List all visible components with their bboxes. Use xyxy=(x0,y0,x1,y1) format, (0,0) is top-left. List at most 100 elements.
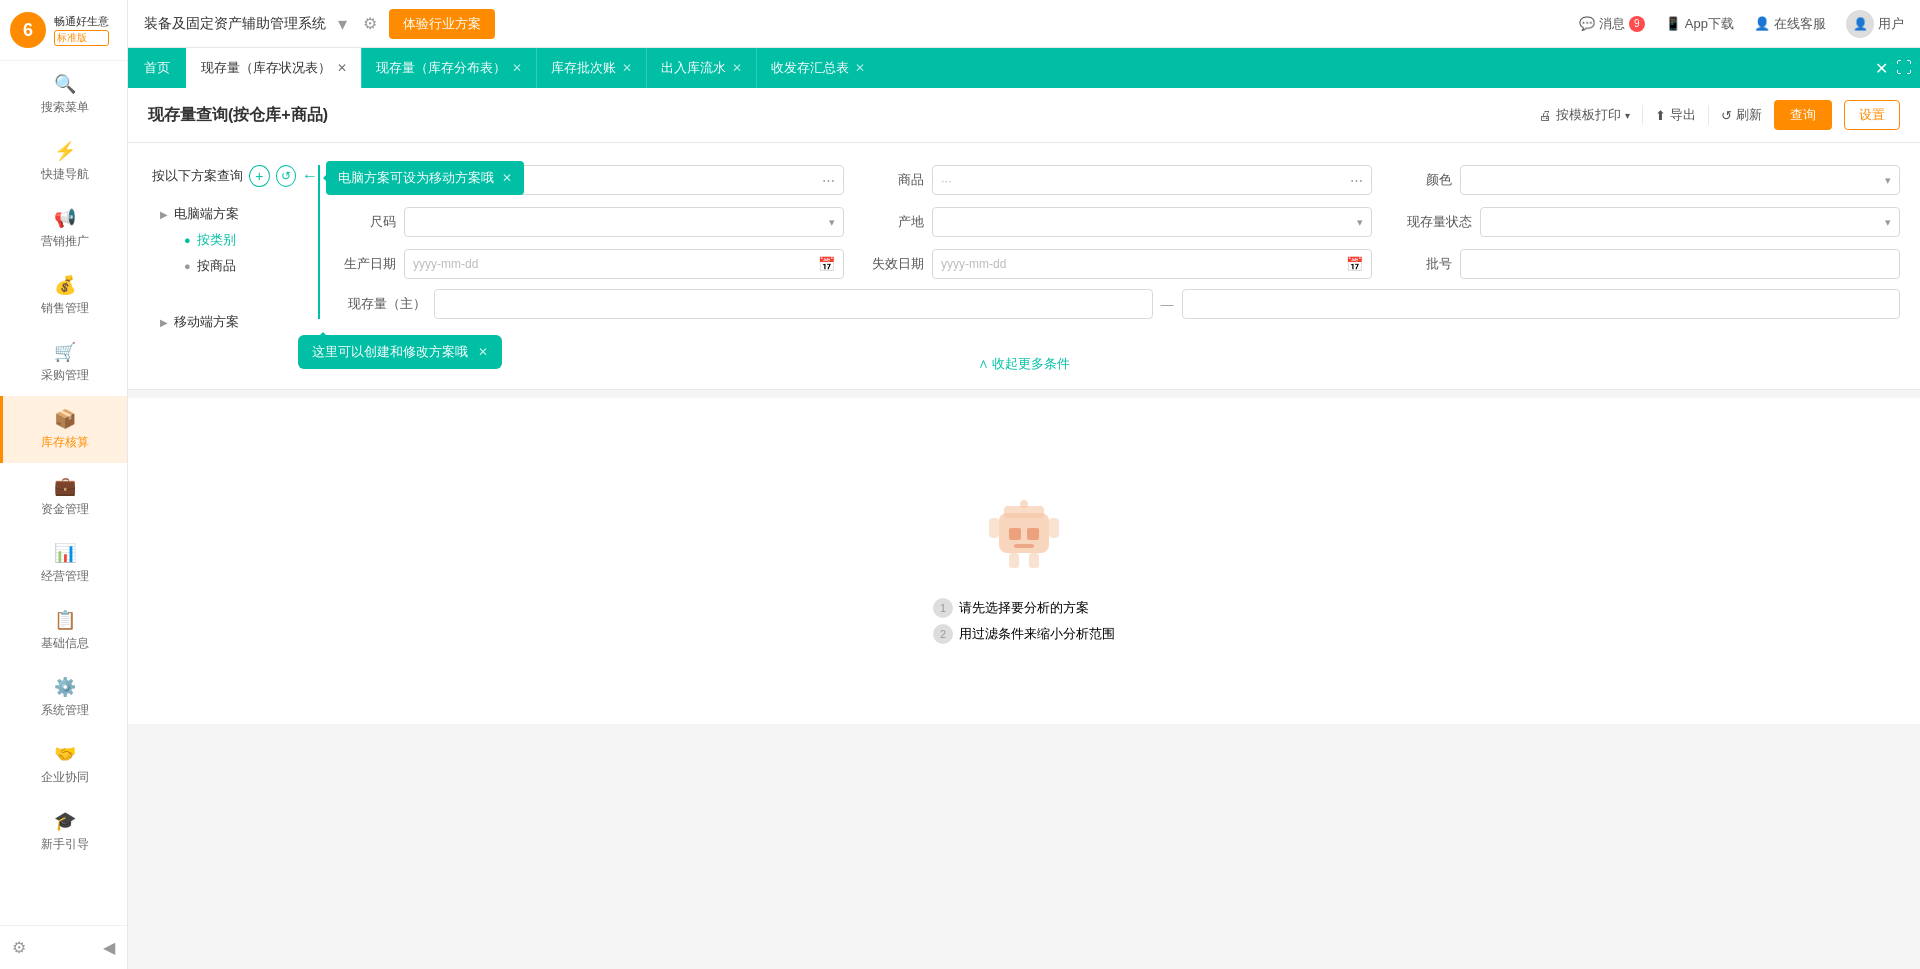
inventory-icon: 📦 xyxy=(54,408,76,430)
settings-gear-icon[interactable]: ⚙ xyxy=(363,14,377,33)
tab-fullscreen-icon[interactable]: ⛶ xyxy=(1896,59,1912,77)
step2-text: 用过滤条件来缩小分析范围 xyxy=(959,625,1115,643)
tooltip-close-btn[interactable]: ✕ xyxy=(502,171,512,185)
tab-close-icon[interactable]: ✕ xyxy=(732,61,742,75)
add-scheme-btn[interactable]: + xyxy=(249,165,270,187)
export-icon: ⬆ xyxy=(1655,108,1666,123)
settings-btn[interactable]: ⚙ xyxy=(12,938,26,957)
sidebar-item-label: 搜索菜单 xyxy=(41,99,89,116)
app-download-btn[interactable]: 📱 App下载 xyxy=(1665,15,1734,33)
sidebar-footer: ⚙ ◀ xyxy=(0,925,127,969)
online-support-btn[interactable]: 👤 在线客服 xyxy=(1754,15,1826,33)
sidebar-item-sales[interactable]: 💰 销售管理 xyxy=(0,262,127,329)
user-menu[interactable]: 👤 用户 xyxy=(1846,10,1904,38)
sidebar-item-finance[interactable]: 💼 资金管理 xyxy=(0,463,127,530)
size-select[interactable]: ▾ xyxy=(404,207,844,237)
scheme-child-1[interactable]: ● 按类别 xyxy=(152,227,318,253)
tab-home[interactable]: 首页 xyxy=(128,48,186,88)
top-header: 装备及固定资产辅助管理系统 ▾ ⚙ 体验行业方案 💬 消息 9 📱 App下载 … xyxy=(128,0,1920,48)
svg-rect-5 xyxy=(1020,500,1028,508)
tab-label: 现存量（库存状况表） xyxy=(201,59,331,77)
product-select[interactable]: ··· ⋯ xyxy=(932,165,1372,195)
sidebar-item-enterprise[interactable]: 🤝 企业协同 xyxy=(0,731,127,798)
stock-status-select[interactable]: ▾ xyxy=(1480,207,1900,237)
scheme-mobile-node[interactable]: ▶ 移动端方案 xyxy=(152,309,318,335)
messages-btn[interactable]: 💬 消息 9 xyxy=(1579,15,1645,33)
filter-field-product: 商品 ··· ⋯ xyxy=(864,165,1372,195)
tab-inventory-batch[interactable]: 库存批次账 ✕ xyxy=(536,48,646,88)
collapse-sidebar-btn[interactable]: ◀ xyxy=(103,938,115,957)
sidebar-item-inventory[interactable]: 📦 库存核算 xyxy=(0,396,127,463)
sidebar-item-basic[interactable]: 📋 基础信息 xyxy=(0,597,127,664)
template-print-btn[interactable]: 🖨 按模板打印 ▾ xyxy=(1539,106,1630,124)
sidebar-item-guide[interactable]: 🎓 新手引导 xyxy=(0,798,127,865)
expire-date-input[interactable]: yyyy-mm-dd 📅 xyxy=(932,249,1372,279)
step1-text: 请先选择要分析的方案 xyxy=(959,599,1089,617)
tab-label: 出入库流水 xyxy=(661,59,726,77)
sidebar-item-purchase[interactable]: 🛒 采购管理 xyxy=(0,329,127,396)
filter-field-stock-status: 现存量状态 ▾ xyxy=(1392,207,1900,237)
header-left: 装备及固定资产辅助管理系统 ▾ ⚙ 体验行业方案 xyxy=(144,9,495,39)
origin-select[interactable]: ▾ xyxy=(932,207,1372,237)
qty-from-input[interactable] xyxy=(434,289,1153,319)
scheme-child-label: 按商品 xyxy=(197,257,236,275)
tab-close-icon[interactable]: ✕ xyxy=(337,61,347,75)
tab-inout-flow[interactable]: 出入库流水 ✕ xyxy=(646,48,756,88)
sidebar-item-operation[interactable]: 📊 经营管理 xyxy=(0,530,127,597)
svg-rect-7 xyxy=(1049,518,1059,538)
industry-btn[interactable]: 体验行业方案 xyxy=(389,9,495,39)
reset-btn[interactable]: 设置 xyxy=(1844,100,1900,130)
tab-bar-end: ✕ ⛶ xyxy=(1875,59,1920,78)
step1-number: 1 xyxy=(933,598,953,618)
tab-inventory-status[interactable]: 现存量（库存状况表） ✕ xyxy=(186,48,361,88)
divider xyxy=(1708,105,1709,125)
batch-label: 批号 xyxy=(1392,255,1452,273)
system-title: 装备及固定资产辅助管理系统 xyxy=(144,15,326,33)
tab-close-icon[interactable]: ✕ xyxy=(855,61,865,75)
system-title-dropdown[interactable]: ▾ xyxy=(338,13,347,35)
empty-step1: 1 请先选择要分析的方案 xyxy=(933,598,1089,618)
scheme-child-2[interactable]: ● 按商品 xyxy=(152,253,318,279)
qty-to-input[interactable] xyxy=(1182,289,1901,319)
tab-close-icon[interactable]: ✕ xyxy=(512,61,522,75)
color-select[interactable]: ▾ xyxy=(1460,165,1900,195)
refresh-icon: ↺ xyxy=(1721,108,1732,123)
sidebar-item-quick[interactable]: ⚡ 快捷导航 xyxy=(0,128,127,195)
scheme-child-label: 按类别 xyxy=(197,231,236,249)
sidebar-item-system[interactable]: ⚙️ 系统管理 xyxy=(0,664,127,731)
dropdown-arrow-icon: ▾ xyxy=(1625,110,1630,121)
refresh-btn[interactable]: ↺ 刷新 xyxy=(1721,106,1762,124)
sidebar-item-marketing[interactable]: 📢 营销推广 xyxy=(0,195,127,262)
tab-close-all-icon[interactable]: ✕ xyxy=(1875,59,1888,78)
tooltip-scheme-mobile: 电脑方案可设为移动方案哦 ✕ xyxy=(326,161,524,195)
expand-icon: ▶ xyxy=(160,209,168,220)
collapse-label: 收起更多条件 xyxy=(992,356,1070,371)
sidebar-item-search[interactable]: 🔍 搜索菜单 xyxy=(0,61,127,128)
export-btn[interactable]: ⬆ 导出 xyxy=(1655,106,1696,124)
export-label: 导出 xyxy=(1670,106,1696,124)
empty-illustration xyxy=(974,478,1074,578)
filter-label: 按以下方案查询 xyxy=(152,167,243,185)
tooltip-close2-btn[interactable]: ✕ xyxy=(478,345,488,359)
tab-inventory-dist[interactable]: 现存量（库存分布表） ✕ xyxy=(361,48,536,88)
page-actions: 🖨 按模板打印 ▾ ⬆ 导出 ↺ 刷新 查询 设置 xyxy=(1539,100,1900,130)
scheme-tree-mobile: ▶ 移动端方案 xyxy=(148,301,318,343)
prod-date-label: 生产日期 xyxy=(336,255,396,273)
divider xyxy=(1642,105,1643,125)
arrow-left-icon[interactable]: ← xyxy=(302,167,318,185)
search-btn[interactable]: 查询 xyxy=(1774,100,1832,130)
page-title: 现存量查询(按仓库+商品) xyxy=(148,105,328,126)
tab-close-icon[interactable]: ✕ xyxy=(622,61,632,75)
batch-input[interactable] xyxy=(1460,249,1900,279)
message-icon: 💬 xyxy=(1579,16,1595,31)
refresh-scheme-btn[interactable]: ↺ xyxy=(276,165,297,187)
filter-field-color: 颜色 ▾ xyxy=(1392,165,1900,195)
tab-collection-summary[interactable]: 收发存汇总表 ✕ xyxy=(756,48,879,88)
filter-section: 按以下方案查询 + ↺ ← 电脑方案可设为移动方案哦 ✕ xyxy=(128,143,1920,390)
svg-rect-8 xyxy=(1009,553,1019,568)
purchase-icon: 🛒 xyxy=(54,341,76,363)
scheme-desktop-node[interactable]: ▶ 电脑端方案 xyxy=(152,201,318,227)
prod-date-input[interactable]: yyyy-mm-dd 📅 xyxy=(404,249,844,279)
stock-status-label: 现存量状态 xyxy=(1392,213,1472,231)
scheme-mobile-label: 移动端方案 xyxy=(174,313,239,331)
